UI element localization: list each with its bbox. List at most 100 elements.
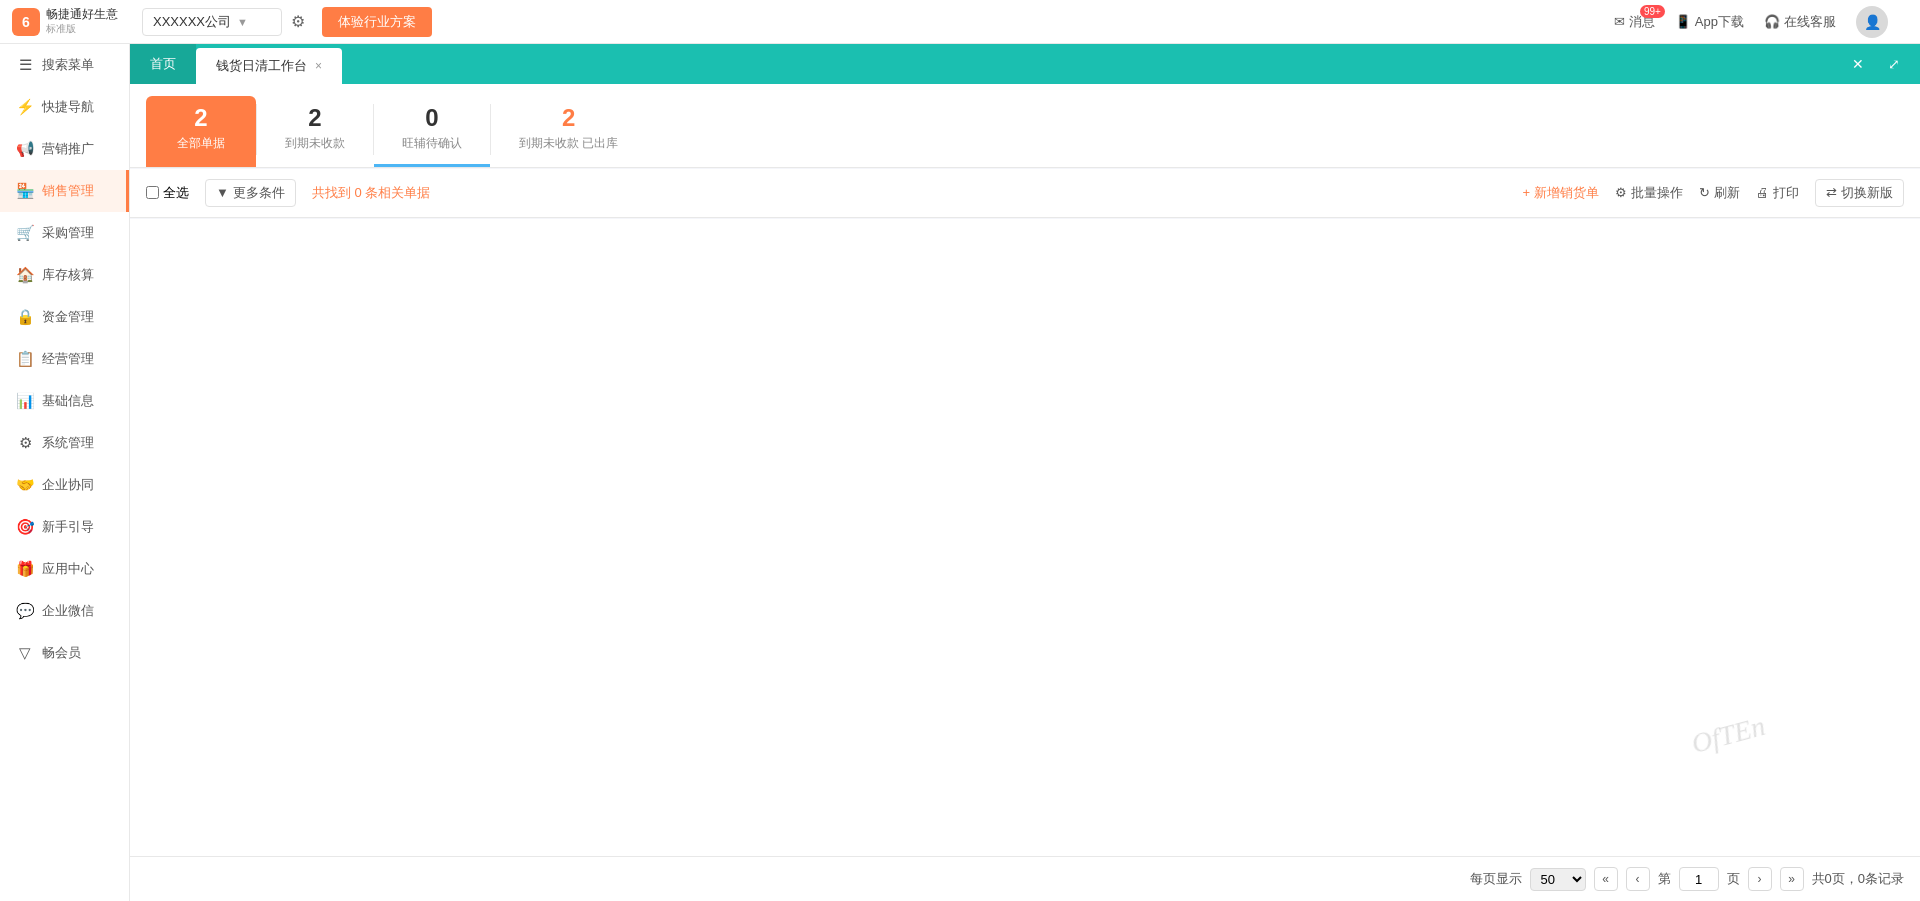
switch-icon: ⇄ (1826, 185, 1837, 200)
maximize-button[interactable]: ⤢ (1880, 50, 1908, 78)
message-icon: ✉ (1614, 14, 1625, 29)
app-version: 标准版 (46, 22, 118, 36)
sidebar-item-vip[interactable]: ▽ 畅会员 (0, 632, 129, 674)
finance-icon: 🔒 (16, 308, 34, 326)
sidebar-label-marketing: 营销推广 (42, 140, 94, 158)
select-all-checkbox[interactable]: 全选 (146, 184, 189, 202)
sidebar-label-basic-info: 基础信息 (42, 392, 94, 410)
chevron-down-icon: ▼ (237, 16, 248, 28)
filter-icon: ▼ (216, 185, 229, 200)
sidebar-item-system[interactable]: ⚙ 系统管理 (0, 422, 129, 464)
page-suffix: 页 (1727, 870, 1740, 888)
sidebar-item-sales[interactable]: 🏪 销售管理 (0, 170, 129, 212)
sidebar-item-enterprise-wechat[interactable]: 💬 企业微信 (0, 590, 129, 632)
enterprise-coop-icon: 🤝 (16, 476, 34, 494)
search-menu-icon: ☰ (16, 56, 34, 74)
sidebar-item-purchase[interactable]: 🛒 采购管理 (0, 212, 129, 254)
per-page-select[interactable]: 50 100 200 (1530, 868, 1586, 891)
toolbar-right: + 新增销货单 ⚙ 批量操作 ↻ 刷新 🖨 打印 ⇄ 切换新版 (1522, 179, 1904, 207)
service-icon: 🎧 (1764, 14, 1780, 29)
print-label: 打印 (1773, 184, 1799, 202)
enterprise-wechat-icon: 💬 (16, 602, 34, 620)
prev-page-button[interactable]: ‹ (1626, 867, 1650, 891)
batch-icon: ⚙ (1615, 185, 1627, 200)
download-icon: 📱 (1675, 14, 1691, 29)
close-tab-button[interactable]: ✕ (1844, 50, 1872, 78)
sidebar-label-search-menu: 搜索菜单 (42, 56, 94, 74)
table-area (130, 219, 1920, 856)
last-page-button[interactable]: » (1780, 867, 1804, 891)
stat-label-overdue-shipped: 到期未收款 已出库 (519, 135, 618, 152)
guide-icon: 🎯 (16, 518, 34, 536)
total-info: 共0页，0条记录 (1812, 870, 1904, 888)
sidebar-label-vip: 畅会员 (42, 644, 81, 662)
tab-home-label: 首页 (150, 55, 176, 73)
next-page-button[interactable]: › (1748, 867, 1772, 891)
stat-tab-overdue-shipped[interactable]: 2 到期未收款 已出库 (491, 96, 646, 167)
sidebar-item-quick-nav[interactable]: ⚡ 快捷导航 (0, 86, 129, 128)
company-selector[interactable]: XXXXXX公司 ▼ (142, 8, 282, 36)
logo-icon: 6 (12, 8, 40, 36)
found-count-text: 共找到 0 条相关单据 (312, 184, 430, 202)
sidebar-item-enterprise-coop[interactable]: 🤝 企业协同 (0, 464, 129, 506)
page-input[interactable] (1679, 867, 1719, 891)
basic-info-icon: 📊 (16, 392, 34, 410)
print-button[interactable]: 🖨 打印 (1756, 184, 1799, 202)
inventory-icon: 🏠 (16, 266, 34, 284)
online-service-label: 在线客服 (1784, 13, 1836, 31)
batch-label: 批量操作 (1631, 184, 1683, 202)
avatar[interactable]: 👤 (1856, 6, 1888, 38)
main-content: 2 全部单据 2 到期未收款 0 旺辅待确认 2 到期未收款 已出库 全选 ▼ … (130, 84, 1920, 901)
tab-cashflow-label: 钱货日清工作台 (216, 57, 307, 75)
sidebar-item-finance[interactable]: 🔒 资金管理 (0, 296, 129, 338)
message-button[interactable]: ✉ 消息 99+ (1614, 13, 1655, 31)
stat-label-wangpu-confirm: 旺辅待确认 (402, 135, 462, 152)
sidebar-item-basic-info[interactable]: 📊 基础信息 (0, 380, 129, 422)
toolbar: 全选 ▼ 更多条件 共找到 0 条相关单据 + 新增销货单 ⚙ 批量操作 ↻ 刷… (130, 169, 1920, 218)
sidebar-label-purchase: 采购管理 (42, 224, 94, 242)
sidebar-label-enterprise-wechat: 企业微信 (42, 602, 94, 620)
footer-pagination: 每页显示 50 100 200 « ‹ 第 页 › » 共0页，0条记录 (130, 856, 1920, 901)
per-page-label: 每页显示 (1470, 870, 1522, 888)
stat-num-overdue-shipped: 2 (562, 104, 575, 133)
top-header: 6 畅捷通好生意 标准版 XXXXXX公司 ▼ ⚙ 体验行业方案 ✉ 消息 99… (0, 0, 1920, 44)
stat-label-overdue-unpaid: 到期未收款 (285, 135, 345, 152)
marketing-icon: 📢 (16, 140, 34, 158)
stat-tabs: 2 全部单据 2 到期未收款 0 旺辅待确认 2 到期未收款 已出库 (130, 84, 1920, 168)
vip-icon: ▽ (16, 644, 34, 662)
sidebar-item-operations[interactable]: 📋 经营管理 (0, 338, 129, 380)
app-download-button[interactable]: 📱 App下载 (1675, 13, 1744, 31)
refresh-button[interactable]: ↻ 刷新 (1699, 184, 1740, 202)
refresh-label: 刷新 (1714, 184, 1740, 202)
found-count-value: 0 (355, 185, 362, 200)
stat-tab-all[interactable]: 2 全部单据 (146, 96, 256, 167)
message-badge: 99+ (1640, 5, 1665, 18)
sidebar-item-guide[interactable]: 🎯 新手引导 (0, 506, 129, 548)
online-service-button[interactable]: 🎧 在线客服 (1764, 13, 1836, 31)
tab-cashflow-workbench[interactable]: 钱货日清工作台 × (196, 48, 342, 84)
stat-tab-overdue-unpaid[interactable]: 2 到期未收款 (257, 96, 373, 167)
stat-tab-wangpu-confirm[interactable]: 0 旺辅待确认 (374, 96, 490, 167)
more-conditions-button[interactable]: ▼ 更多条件 (205, 179, 296, 207)
sidebar-item-inventory[interactable]: 🏠 库存核算 (0, 254, 129, 296)
sidebar-item-search-menu[interactable]: ☰ 搜索菜单 (0, 44, 129, 86)
sidebar-label-operations: 经营管理 (42, 350, 94, 368)
sidebar-item-app-center[interactable]: 🎁 应用中心 (0, 548, 129, 590)
experience-button[interactable]: 体验行业方案 (322, 7, 432, 37)
add-sales-order-button[interactable]: + 新增销货单 (1522, 184, 1599, 202)
select-all-input[interactable] (146, 186, 159, 199)
tab-close-icon[interactable]: × (315, 59, 322, 73)
logo-area: 6 畅捷通好生意 标准版 (12, 7, 142, 37)
print-icon: 🖨 (1756, 185, 1769, 200)
tab-home[interactable]: 首页 (130, 44, 196, 84)
settings-button[interactable]: ⚙ (282, 6, 314, 38)
first-page-button[interactable]: « (1594, 867, 1618, 891)
sidebar: ☰ 搜索菜单 ⚡ 快捷导航 📢 营销推广 🏪 销售管理 🛒 采购管理 🏠 库存核… (0, 44, 130, 901)
stat-num-wangpu-confirm: 0 (425, 104, 438, 133)
batch-operations-button[interactable]: ⚙ 批量操作 (1615, 184, 1683, 202)
app-download-label: App下载 (1695, 13, 1744, 31)
app-center-icon: 🎁 (16, 560, 34, 578)
sidebar-label-guide: 新手引导 (42, 518, 94, 536)
switch-version-button[interactable]: ⇄ 切换新版 (1815, 179, 1904, 207)
sidebar-item-marketing[interactable]: 📢 营销推广 (0, 128, 129, 170)
